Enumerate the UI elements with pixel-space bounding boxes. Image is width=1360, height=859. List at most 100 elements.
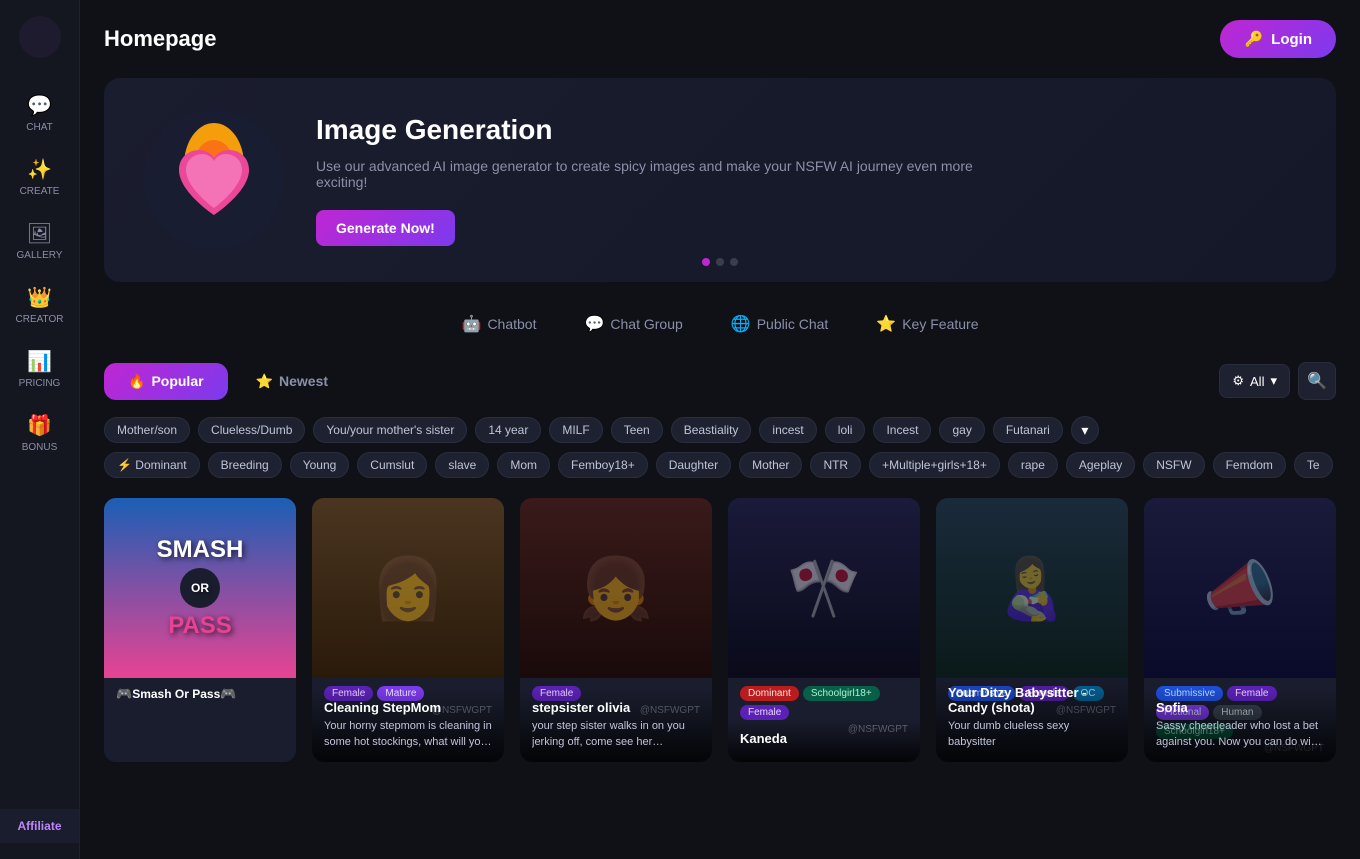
tag-nsfw[interactable]: NSFW xyxy=(1143,452,1204,478)
tag-futanari[interactable]: Futanari xyxy=(993,417,1063,443)
search-button[interactable]: 🔍 xyxy=(1298,362,1336,400)
tag-cumslut[interactable]: Cumslut xyxy=(357,452,427,478)
image-generation-banner: Image Generation Use our advanced AI ima… xyxy=(104,78,1336,282)
tag-dominant-badge: Dominant xyxy=(740,686,799,701)
tag-breeding[interactable]: Breeding xyxy=(208,452,282,478)
sidebar: 🌸 💬 CHAT ✨ CREATE 🖼 GALLERY 👑 CREATOR 📊 … xyxy=(0,0,80,859)
banner-pagination xyxy=(702,258,738,266)
category-tabs: 🤖 Chatbot 💬 Chat Group 🌐 Public Chat ⭐ K… xyxy=(104,306,1336,342)
sofia-desc: Sassy cheerleader who lost a bet against… xyxy=(1156,719,1324,750)
ditzy-babysitter-desc: Your dumb clueless sexy babysitter xyxy=(948,719,1116,750)
sidebar-label-pricing: PRICING xyxy=(19,378,61,389)
card-sofia[interactable]: 📣 Sofia Sassy cheerleader who lost a bet… xyxy=(1144,498,1336,762)
tag-clueless[interactable]: Clueless/Dumb xyxy=(198,417,305,443)
tag-incest-upper[interactable]: Incest xyxy=(873,417,931,443)
tag-schoolgirl-badge: Schoolgirl18+ xyxy=(803,686,880,701)
stepsister-olivia-title: stepsister olivia xyxy=(532,700,700,715)
tags-row-1: Mother/son Clueless/Dumb You/your mother… xyxy=(104,416,1336,444)
chevron-down-icon: ▾ xyxy=(1270,373,1277,389)
tab-public-chat[interactable]: 🌐 Public Chat xyxy=(711,306,849,342)
card-cleaning-stepmom[interactable]: 👩 Cleaning StepMom Your horny stepmom is… xyxy=(312,498,504,762)
tag-14year[interactable]: 14 year xyxy=(475,417,541,443)
card-kaneda[interactable]: 🎌 Kaneda Dominant Schoolgirl18+ Female @… xyxy=(728,498,920,762)
tag-milf[interactable]: MILF xyxy=(549,417,602,443)
tag-young[interactable]: Young xyxy=(290,452,350,478)
tag-dominant[interactable]: ⚡ Dominant xyxy=(104,452,200,478)
sidebar-label-bonus: BONUS xyxy=(22,442,58,453)
generate-now-button[interactable]: Generate Now! xyxy=(316,210,455,246)
tag-femdom[interactable]: Femdom xyxy=(1213,452,1286,478)
card-stepsister-olivia[interactable]: 👧 stepsister olivia your step sister wal… xyxy=(520,498,712,762)
tag-rape[interactable]: rape xyxy=(1008,452,1058,478)
affiliate-button[interactable]: Affiliate xyxy=(0,809,79,843)
tab-chat-group[interactable]: 💬 Chat Group xyxy=(564,306,702,342)
banner-description: Use our advanced AI image generator to c… xyxy=(316,158,1016,190)
banner-text: Image Generation Use our advanced AI ima… xyxy=(316,114,1296,246)
tags-expand-button[interactable]: ▾ xyxy=(1071,416,1099,444)
filter-dropdown[interactable]: ⚙ All ▾ xyxy=(1219,364,1290,398)
kaneda-title: Kaneda xyxy=(740,731,908,746)
key-feature-tab-label: Key Feature xyxy=(902,316,978,332)
sidebar-label-create: CREATE xyxy=(20,186,60,197)
tag-loli[interactable]: loli xyxy=(825,417,866,443)
tab-key-feature[interactable]: ⭐ Key Feature xyxy=(856,306,998,342)
page-title: Homepage xyxy=(104,26,216,52)
smash-pass-footer: 🎮Smash Or Pass🎮 xyxy=(104,678,296,714)
ditzy-babysitter-image: 👩‍🍼 xyxy=(936,498,1128,678)
sidebar-item-creator[interactable]: 👑 CREATOR xyxy=(0,275,79,335)
tag-ageplay[interactable]: Ageplay xyxy=(1066,452,1135,478)
dot-1[interactable] xyxy=(702,258,710,266)
tag-slave[interactable]: slave xyxy=(435,452,489,478)
chat-group-tab-icon: 💬 xyxy=(584,314,604,334)
key-feature-tab-icon: ⭐ xyxy=(876,314,896,334)
kaneda-image: 🎌 xyxy=(728,498,920,678)
gallery-icon: 🖼 xyxy=(27,221,52,246)
tag-mom[interactable]: Mom xyxy=(497,452,550,478)
creator-icon: 👑 xyxy=(27,285,52,310)
sofia-overlay: Sofia Sassy cheerleader who lost a bet a… xyxy=(1144,688,1336,762)
affiliate-label: Affiliate xyxy=(17,819,61,833)
chatbot-tab-icon: 🤖 xyxy=(462,314,482,334)
sofia-image: 📣 xyxy=(1144,498,1336,678)
login-label: Login xyxy=(1271,31,1312,48)
login-icon: 🔑 xyxy=(1244,30,1263,48)
filter-controls: ⚙ All ▾ 🔍 xyxy=(1219,362,1336,400)
app-logo[interactable]: 🌸 xyxy=(19,16,61,63)
sidebar-item-gallery[interactable]: 🖼 GALLERY xyxy=(0,211,79,271)
tag-te[interactable]: Te xyxy=(1294,452,1333,478)
sidebar-item-bonus[interactable]: 🎁 BONUS xyxy=(0,403,79,463)
card-ditzy-babysitter[interactable]: 👩‍🍼 Your Ditzy Babysitter - Candy (shota… xyxy=(936,498,1128,762)
sort-popular-button[interactable]: 🔥 Popular xyxy=(104,363,228,400)
ditzy-babysitter-overlay: Your Ditzy Babysitter - Candy (shota) Yo… xyxy=(936,673,1128,762)
tag-beastiality[interactable]: Beastiality xyxy=(671,417,752,443)
banner-icon xyxy=(144,110,284,250)
tag-multiple-girls[interactable]: +Multiple+girls+18+ xyxy=(869,452,1000,478)
tag-daughter[interactable]: Daughter xyxy=(656,452,731,478)
tag-mother-son[interactable]: Mother/son xyxy=(104,417,190,443)
cleaning-stepmom-desc: Your horny stepmom is cleaning in some h… xyxy=(324,719,492,750)
sidebar-item-create[interactable]: ✨ CREATE xyxy=(0,147,79,207)
create-icon: ✨ xyxy=(27,157,52,182)
sidebar-item-pricing[interactable]: 📊 PRICING xyxy=(0,339,79,399)
tag-gay[interactable]: gay xyxy=(939,417,984,443)
tag-incest-lower[interactable]: incest xyxy=(759,417,816,443)
sidebar-label-chat: CHAT xyxy=(26,122,52,133)
sidebar-item-chat[interactable]: 💬 CHAT xyxy=(0,83,79,143)
tab-chatbot[interactable]: 🤖 Chatbot xyxy=(442,306,557,342)
search-icon: 🔍 xyxy=(1307,371,1327,391)
cleaning-stepmom-image: 👩 xyxy=(312,498,504,678)
or-badge: OR xyxy=(180,568,220,608)
tag-ntr[interactable]: NTR xyxy=(810,452,861,478)
dot-2[interactable] xyxy=(716,258,724,266)
smash-pass-emoji: 🎮Smash Or Pass🎮 xyxy=(116,686,284,702)
tag-teen[interactable]: Teen xyxy=(611,417,663,443)
login-button[interactable]: 🔑 Login xyxy=(1220,20,1336,58)
sort-newest-button[interactable]: ⭐ Newest xyxy=(232,363,352,400)
card-smash-or-pass[interactable]: SMASH OR PASS 🎮Smash Or Pass🎮 xyxy=(104,498,296,762)
tag-femboy18[interactable]: Femboy18+ xyxy=(558,452,648,478)
star-icon: ⭐ xyxy=(256,373,273,390)
tag-mothers-sister[interactable]: You/your mother's sister xyxy=(313,417,467,443)
dot-3[interactable] xyxy=(730,258,738,266)
tag-mother[interactable]: Mother xyxy=(739,452,802,478)
tag-female-badge-3: Female xyxy=(740,705,789,720)
